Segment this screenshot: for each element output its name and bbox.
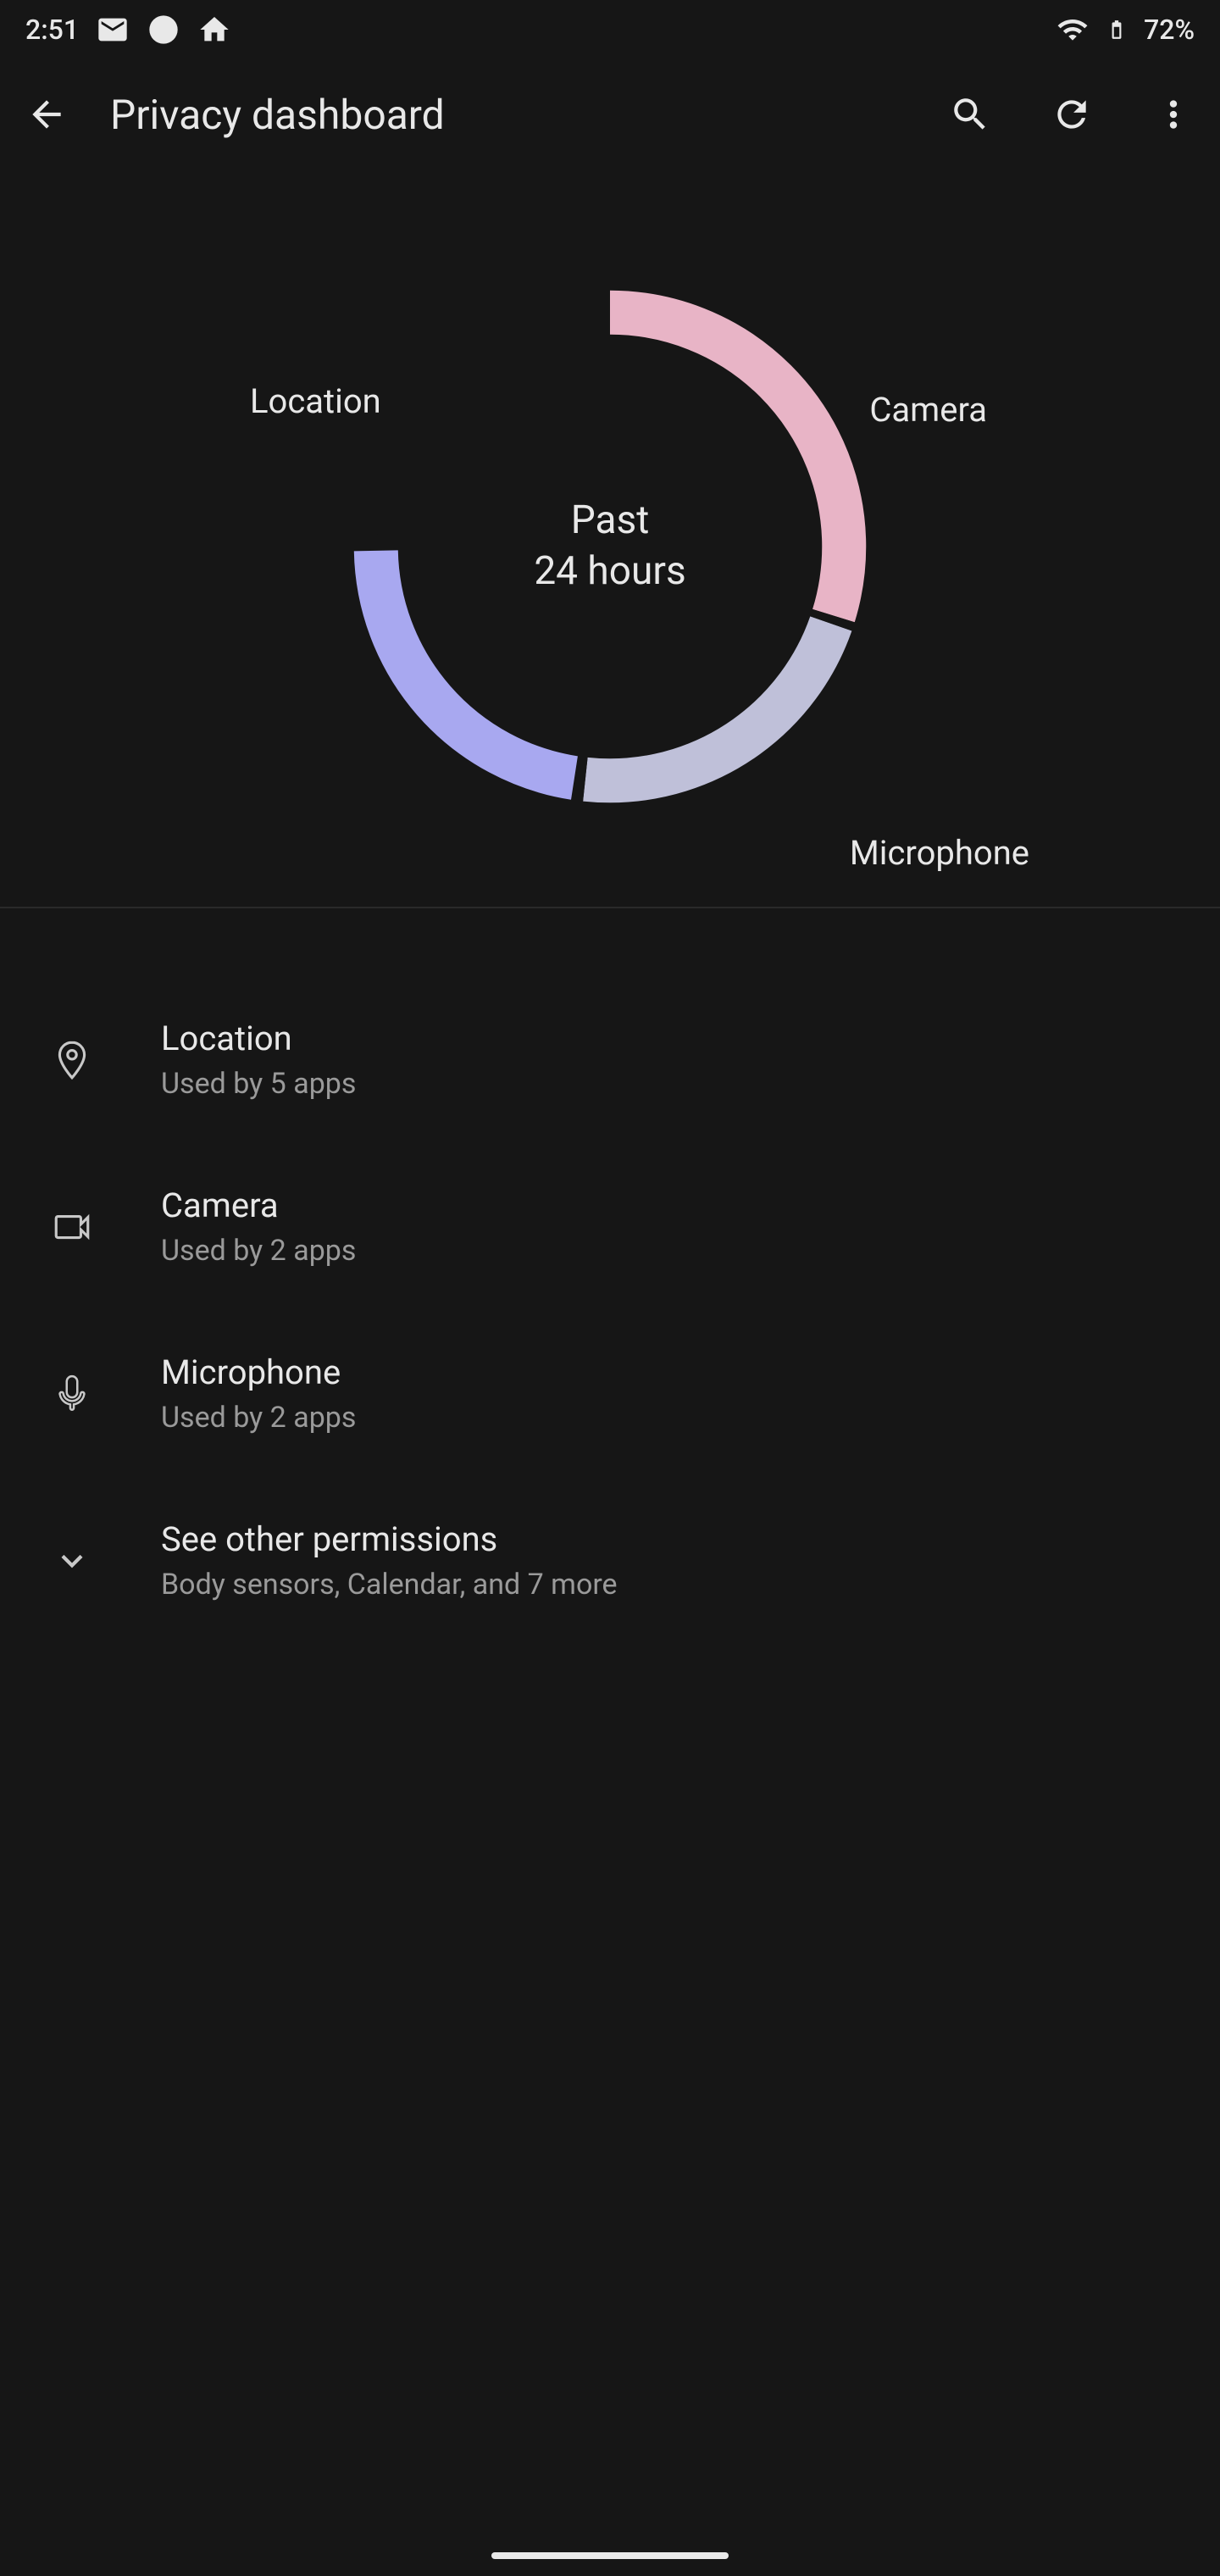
status-bar: 2:51 72%	[0, 0, 1220, 59]
list-content: Location Used by 5 apps	[161, 1019, 356, 1101]
camera-icon	[51, 1206, 93, 1248]
permission-title: Camera	[161, 1185, 356, 1225]
status-left: 2:51	[25, 13, 231, 47]
battery-icon	[1100, 13, 1134, 47]
page-title: Privacy dashboard	[110, 91, 907, 139]
back-button[interactable]	[25, 93, 68, 136]
expand-permissions[interactable]: See other permissions Body sensors, Cale…	[0, 1477, 1220, 1644]
mail-icon	[96, 13, 130, 47]
location-icon	[51, 1039, 93, 1081]
permission-location[interactable]: Location Used by 5 apps	[0, 976, 1220, 1143]
chevron-down-icon	[51, 1540, 93, 1582]
permission-camera[interactable]: Camera Used by 2 apps	[0, 1143, 1220, 1310]
microphone-icon	[51, 1373, 93, 1415]
permission-subtitle: Used by 2 apps	[161, 1234, 356, 1268]
chart-label-microphone: Microphone	[850, 833, 1029, 873]
chart-center-line2: 24 hours	[534, 547, 685, 597]
chart-label-camera: Camera	[869, 390, 987, 430]
chart-section: Past 24 hours Location Camera Microphone	[0, 169, 1220, 908]
permission-microphone[interactable]: Microphone Used by 2 apps	[0, 1310, 1220, 1477]
more-button[interactable]	[1152, 93, 1195, 136]
donut-chart-container: Past 24 hours Location Camera Microphone	[335, 271, 885, 822]
chart-center-line1: Past	[534, 496, 685, 547]
permission-subtitle: Used by 2 apps	[161, 1401, 356, 1435]
status-right: 72%	[1056, 13, 1195, 47]
nav-bar-handle[interactable]	[491, 2552, 729, 2559]
chart-label-location: Location	[250, 381, 381, 421]
permission-subtitle: Used by 5 apps	[161, 1067, 356, 1101]
home-icon	[197, 13, 231, 47]
expand-subtitle: Body sensors, Calendar, and 7 more	[161, 1568, 618, 1602]
list-content: Camera Used by 2 apps	[161, 1185, 356, 1268]
wifi-icon	[1056, 13, 1090, 47]
permissions-list: Location Used by 5 apps Camera Used by 2…	[0, 908, 1220, 1712]
refresh-button[interactable]	[1051, 93, 1093, 136]
list-content: See other permissions Body sensors, Cale…	[161, 1519, 618, 1602]
app-bar: Privacy dashboard	[0, 59, 1220, 169]
search-button[interactable]	[949, 93, 991, 136]
app-bar-actions	[949, 93, 1195, 136]
list-content: Microphone Used by 2 apps	[161, 1352, 356, 1435]
battery-percent: 72%	[1144, 14, 1195, 46]
permission-title: Microphone	[161, 1352, 356, 1392]
expand-title: See other permissions	[161, 1519, 618, 1559]
chart-center-label: Past 24 hours	[534, 496, 685, 597]
status-time: 2:51	[25, 14, 79, 46]
reddit-icon	[147, 13, 180, 47]
permission-title: Location	[161, 1019, 356, 1058]
